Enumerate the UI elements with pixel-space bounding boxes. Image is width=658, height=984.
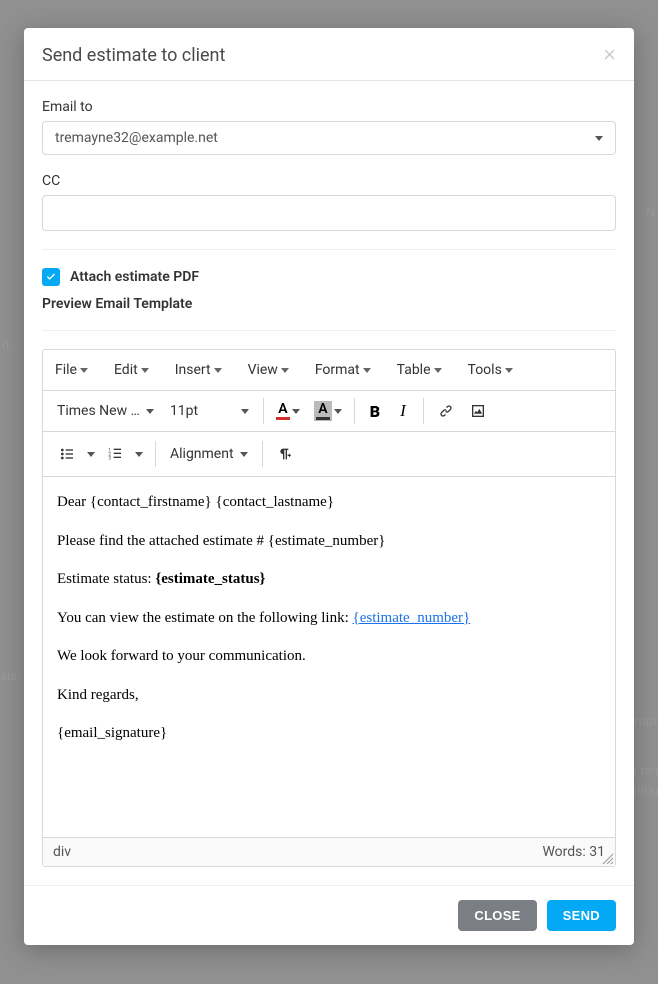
menu-table[interactable]: Table (393, 356, 446, 384)
chevron-down-icon (281, 368, 289, 373)
menu-edit[interactable]: Edit (110, 356, 153, 384)
close-icon[interactable]: × (603, 44, 616, 66)
chevron-down-icon (241, 409, 249, 414)
chevron-down-icon[interactable] (135, 452, 143, 457)
italic-button[interactable]: I (389, 397, 417, 425)
cc-input[interactable] (42, 195, 616, 231)
resize-handle-icon[interactable] (602, 853, 614, 865)
number-list-icon: 123 (107, 446, 123, 462)
bullet-list-button[interactable] (51, 440, 83, 468)
body-line: Kind regards, (57, 684, 601, 707)
image-icon (470, 403, 486, 419)
modal-footer: CLOSE SEND (24, 885, 634, 945)
modal-title: Send estimate to client (42, 45, 225, 66)
chevron-down-icon[interactable] (87, 452, 95, 457)
bold-button[interactable]: B (361, 397, 389, 425)
paragraph-direction-button[interactable] (269, 440, 301, 468)
editor-body[interactable]: Dear {contact_firstname} {contact_lastna… (43, 477, 615, 837)
menu-tools[interactable]: Tools (464, 356, 517, 384)
bullet-list-icon (59, 446, 75, 462)
editor-toolbar-2: 123 Alignment (43, 432, 615, 477)
chevron-down-icon (334, 409, 342, 414)
word-count: Words: 31 (542, 844, 605, 860)
cc-label: CC (42, 173, 616, 189)
alignment-select[interactable]: Alignment (162, 442, 256, 466)
chevron-down-icon (240, 452, 248, 457)
check-icon (45, 271, 57, 283)
chevron-down-icon (141, 368, 149, 373)
attach-pdf-row: Attach estimate PDF (42, 268, 616, 286)
body-line: {email_signature} (57, 722, 601, 745)
italic-icon: I (400, 401, 406, 421)
menu-format[interactable]: Format (311, 356, 375, 384)
divider (42, 330, 616, 331)
chevron-down-icon (80, 368, 88, 373)
modal-header: Send estimate to client × (24, 28, 634, 81)
chevron-down-icon (434, 368, 442, 373)
font-family-select[interactable]: Times New … (49, 399, 162, 423)
text-color-icon: A (276, 402, 290, 420)
attach-pdf-checkbox[interactable] (42, 268, 60, 286)
body-line: Please find the attached estimate # {est… (57, 530, 601, 553)
number-list-button[interactable]: 123 (99, 440, 131, 468)
editor-statusbar: div Words: 31 (43, 837, 615, 866)
bold-icon: B (370, 402, 380, 421)
pilcrow-icon (277, 446, 293, 462)
body-line: Dear {contact_firstname} {contact_lastna… (57, 491, 601, 514)
close-button[interactable]: CLOSE (458, 900, 536, 931)
body-line: You can view the estimate on the followi… (57, 607, 601, 630)
svg-text:3: 3 (108, 455, 111, 461)
send-button[interactable]: SEND (547, 900, 616, 931)
chevron-down-icon (292, 409, 300, 414)
rich-text-editor: File Edit Insert View Format Table Tools… (42, 349, 616, 867)
email-to-value: tremayne32@example.net (55, 130, 218, 146)
editor-toolbar-1: Times New … 11pt A A (43, 391, 615, 432)
chevron-down-icon (363, 368, 371, 373)
email-to-select[interactable]: tremayne32@example.net (42, 121, 616, 155)
body-line: Estimate status: {estimate_status} (57, 568, 601, 591)
text-color-button[interactable]: A (272, 400, 304, 422)
element-path[interactable]: div (53, 844, 71, 860)
modal-body: Email to tremayne32@example.net CC Attac… (24, 81, 634, 885)
menu-view[interactable]: View (244, 356, 293, 384)
bg-color-button[interactable]: A (310, 399, 346, 423)
attach-pdf-label: Attach estimate PDF (70, 269, 199, 285)
font-size-select[interactable]: 11pt (162, 399, 257, 423)
image-button[interactable] (462, 397, 494, 425)
chevron-down-icon (214, 368, 222, 373)
estimate-link[interactable]: {estimate_number} (353, 610, 471, 626)
preview-template-link[interactable]: Preview Email Template (42, 296, 616, 312)
editor-menubar: File Edit Insert View Format Table Tools (43, 350, 615, 391)
chevron-down-icon (505, 368, 513, 373)
menu-file[interactable]: File (51, 356, 92, 384)
send-estimate-modal: Send estimate to client × Email to trema… (24, 28, 634, 945)
menu-insert[interactable]: Insert (171, 356, 226, 384)
divider (42, 249, 616, 250)
email-to-label: Email to (42, 99, 616, 115)
body-line: We look forward to your communication. (57, 645, 601, 668)
link-icon (438, 403, 454, 419)
bg-color-icon: A (314, 401, 332, 421)
chevron-down-icon (146, 409, 154, 414)
chevron-down-icon (595, 136, 603, 141)
link-button[interactable] (430, 397, 462, 425)
